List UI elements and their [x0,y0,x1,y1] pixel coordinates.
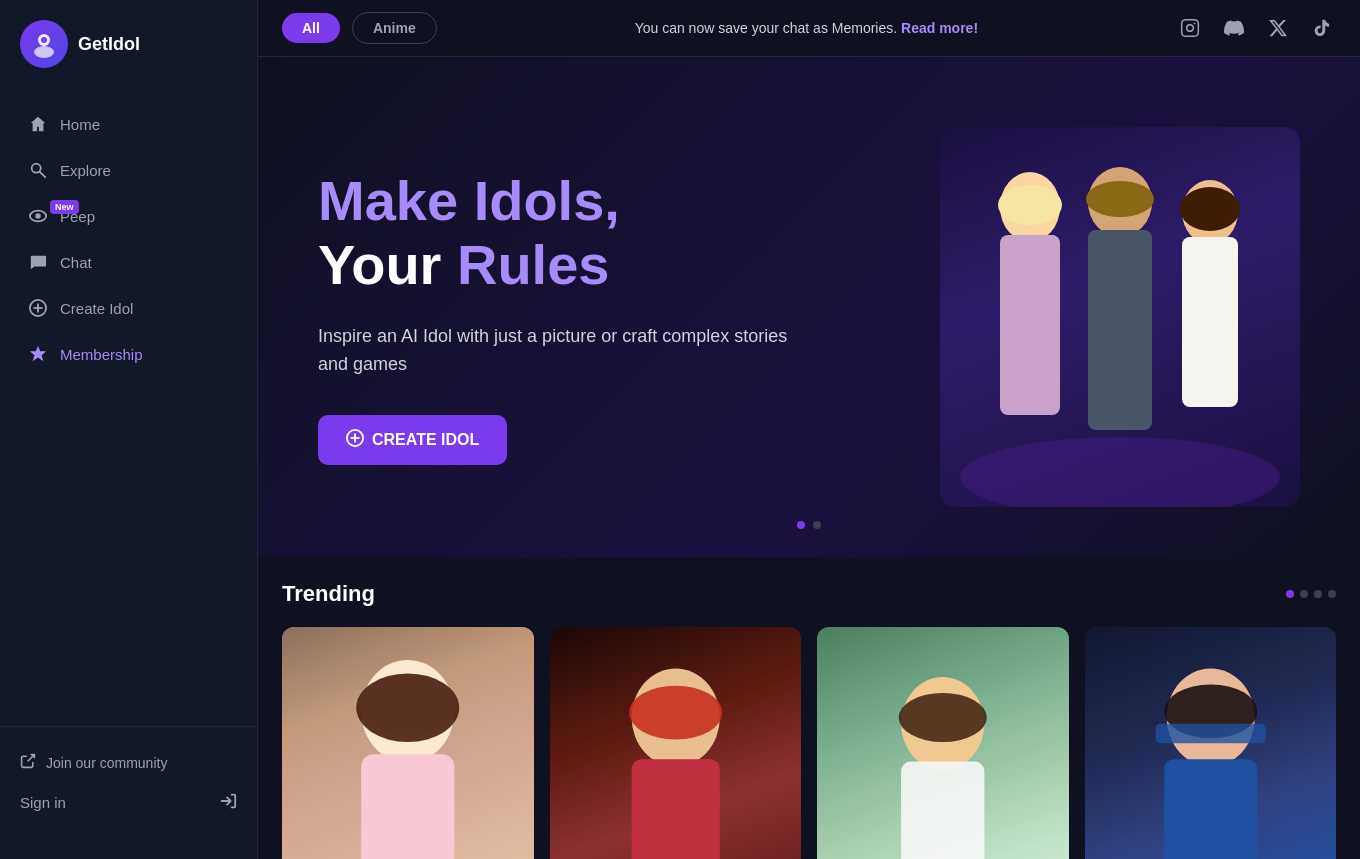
svg-point-33 [629,685,722,739]
twitter-icon[interactable] [1264,14,1292,42]
sidebar-bottom: Join our community Sign in [0,726,257,839]
sign-in-icon [219,792,237,813]
hero-image [940,127,1300,507]
svg-point-12 [1187,25,1194,32]
svg-rect-11 [1182,20,1199,37]
hero-characters-illustration [940,127,1300,507]
characters-svg [940,127,1300,507]
trending-card-2[interactable] [550,627,802,859]
sidebar-explore-label: Explore [60,162,111,179]
svg-point-13 [1194,23,1196,25]
svg-rect-25 [1182,237,1238,407]
svg-point-23 [1086,181,1154,217]
create-idol-icon [28,298,48,318]
social-icons [1176,14,1336,42]
peep-icon [28,206,48,226]
join-community-label: Join our community [46,755,167,771]
svg-point-30 [356,673,459,742]
sign-in-row[interactable]: Sign in [8,782,249,823]
hero-title-word-rules: Rules [457,233,610,296]
chat-icon [28,252,48,272]
trending-dot-2[interactable] [1300,590,1308,598]
hero-title-line1: Make Idols, [318,169,620,232]
sidebar-create-idol-label: Create Idol [60,300,133,317]
svg-rect-38 [1164,759,1257,859]
join-community-link[interactable]: Join our community [8,743,249,782]
topbar-notice: You can now save your chat as Memories. … [449,20,1164,36]
topbar: All Anime You can now save your chat as … [258,0,1360,57]
app-logo-icon [20,20,68,68]
external-link-icon [20,753,36,772]
sidebar-chat-label: Chat [60,254,92,271]
svg-point-1 [34,46,54,58]
svg-rect-35 [901,761,984,859]
main-content: All Anime You can now save your chat as … [258,0,1360,859]
sign-in-label: Sign in [20,794,66,811]
membership-icon [28,344,48,364]
discord-icon[interactable] [1220,14,1248,42]
sidebar-nav: Home Explore Peep New Chat [0,92,257,726]
sidebar: GetIdol Home Explore Peep New [0,0,258,859]
svg-rect-19 [1000,235,1060,415]
trending-dot-4[interactable] [1328,590,1336,598]
svg-point-6 [35,213,40,218]
hero-content: Make Idols, Your Rules Inspire an AI Ido… [318,169,818,465]
trending-card-4[interactable] [1085,627,1337,859]
hero-description: Inspire an AI Idol with just a picture o… [318,322,818,380]
carousel-dot-1[interactable] [797,521,805,529]
tab-all[interactable]: All [282,13,340,43]
svg-marker-10 [30,346,46,361]
svg-rect-40 [1155,723,1265,743]
plus-circle-icon [346,429,364,451]
carousel-dots [797,505,821,537]
svg-rect-29 [361,754,454,859]
trending-section: Trending [258,557,1360,859]
carousel-dot-2[interactable] [813,521,821,529]
hero-title: Make Idols, Your Rules [318,169,818,298]
svg-line-4 [40,172,45,177]
svg-point-2 [41,37,47,43]
new-badge: New [50,200,79,214]
trending-title: Trending [282,581,375,607]
sidebar-item-membership[interactable]: Membership [8,332,249,376]
notice-link[interactable]: Read more! [901,20,978,36]
sidebar-item-chat[interactable]: Chat [8,240,249,284]
svg-rect-22 [1088,230,1152,430]
create-idol-button[interactable]: CREATE IDOL [318,415,507,465]
svg-point-17 [960,437,1280,507]
trending-carousel-dots [1286,590,1336,598]
trending-card-1[interactable] [282,627,534,859]
trending-dot-3[interactable] [1314,590,1322,598]
home-icon [28,114,48,134]
trending-card-3[interactable] [817,627,1069,859]
hero-title-line2: Your [318,233,457,296]
svg-point-26 [1180,187,1240,231]
app-name: GetIdol [78,34,140,55]
trending-header: Trending [282,581,1336,607]
notice-text: You can now save your chat as Memories. [635,20,898,36]
instagram-icon[interactable] [1176,14,1204,42]
sidebar-item-home[interactable]: Home [8,102,249,146]
tiktok-icon[interactable] [1308,14,1336,42]
sidebar-item-explore[interactable]: Explore [8,148,249,192]
explore-icon [28,160,48,180]
trending-cards-grid [282,627,1336,859]
sidebar-membership-label: Membership [60,346,143,363]
hero-section: Make Idols, Your Rules Inspire an AI Ido… [258,57,1360,557]
sidebar-home-label: Home [60,116,100,133]
sidebar-logo[interactable]: GetIdol [0,20,257,92]
create-idol-label: CREATE IDOL [372,431,479,449]
sidebar-item-create-idol[interactable]: Create Idol [8,286,249,330]
svg-point-20 [998,185,1062,225]
svg-point-36 [899,693,987,742]
sidebar-item-peep[interactable]: Peep New [8,194,249,238]
tab-anime[interactable]: Anime [352,12,437,44]
trending-dot-1[interactable] [1286,590,1294,598]
svg-rect-32 [631,759,719,859]
